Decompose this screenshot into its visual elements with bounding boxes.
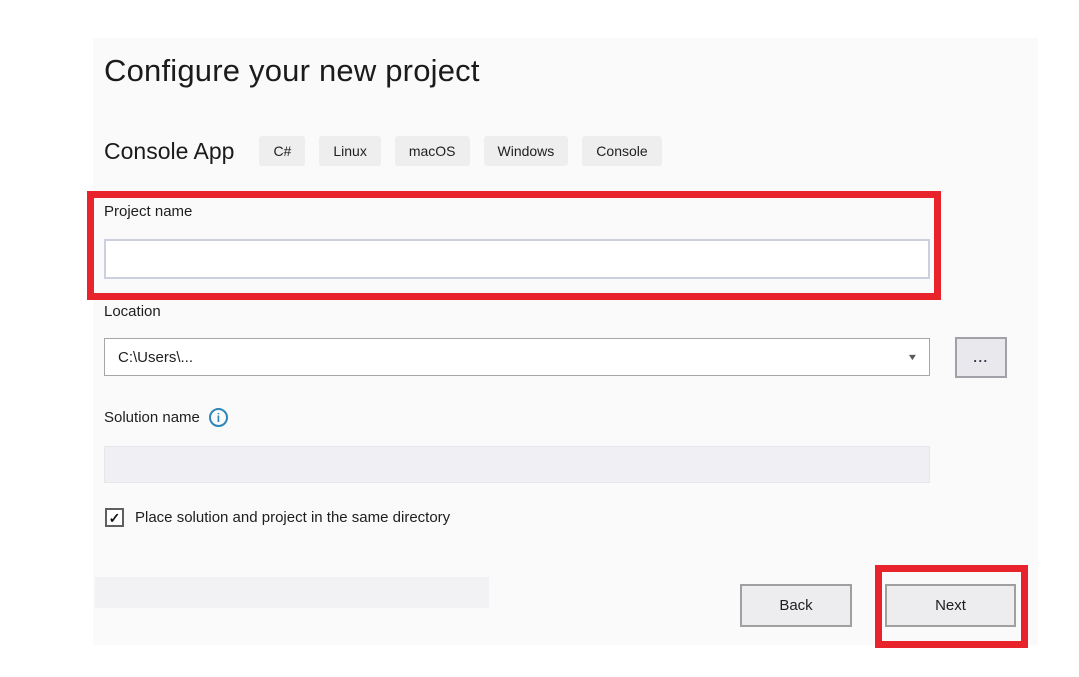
project-name-label: Project name — [104, 203, 192, 220]
tag-console: Console — [582, 136, 661, 166]
tag-linux: Linux — [319, 136, 380, 166]
screen: Configure your new project Console App C… — [0, 0, 1079, 677]
solution-name-input — [104, 446, 930, 483]
location-value: C:\Users\... — [118, 349, 193, 366]
same-directory-label: Place solution and project in the same d… — [135, 509, 450, 526]
tag-windows: Windows — [484, 136, 569, 166]
tag-macos: macOS — [395, 136, 470, 166]
location-combobox[interactable]: C:\Users\... ▼ — [104, 338, 930, 376]
template-info-row: Console App C# Linux macOS Windows Conso… — [104, 135, 662, 167]
location-label: Location — [104, 303, 161, 320]
same-directory-row: ✓ Place solution and project in the same… — [105, 508, 450, 527]
template-name: Console App — [104, 138, 234, 165]
solution-name-label: Solution name — [104, 409, 200, 426]
solution-name-label-row: Solution name i — [104, 408, 228, 427]
page-title: Configure your new project — [104, 53, 480, 89]
chevron-down-icon: ▼ — [907, 352, 919, 362]
tag-csharp: C# — [259, 136, 305, 166]
info-icon[interactable]: i — [209, 408, 228, 427]
back-button[interactable]: Back — [740, 584, 852, 627]
status-bar — [95, 577, 489, 608]
browse-location-button[interactable]: ... — [955, 337, 1007, 378]
project-name-input[interactable] — [104, 239, 930, 279]
next-button[interactable]: Next — [885, 584, 1016, 627]
same-directory-checkbox[interactable]: ✓ — [105, 508, 124, 527]
